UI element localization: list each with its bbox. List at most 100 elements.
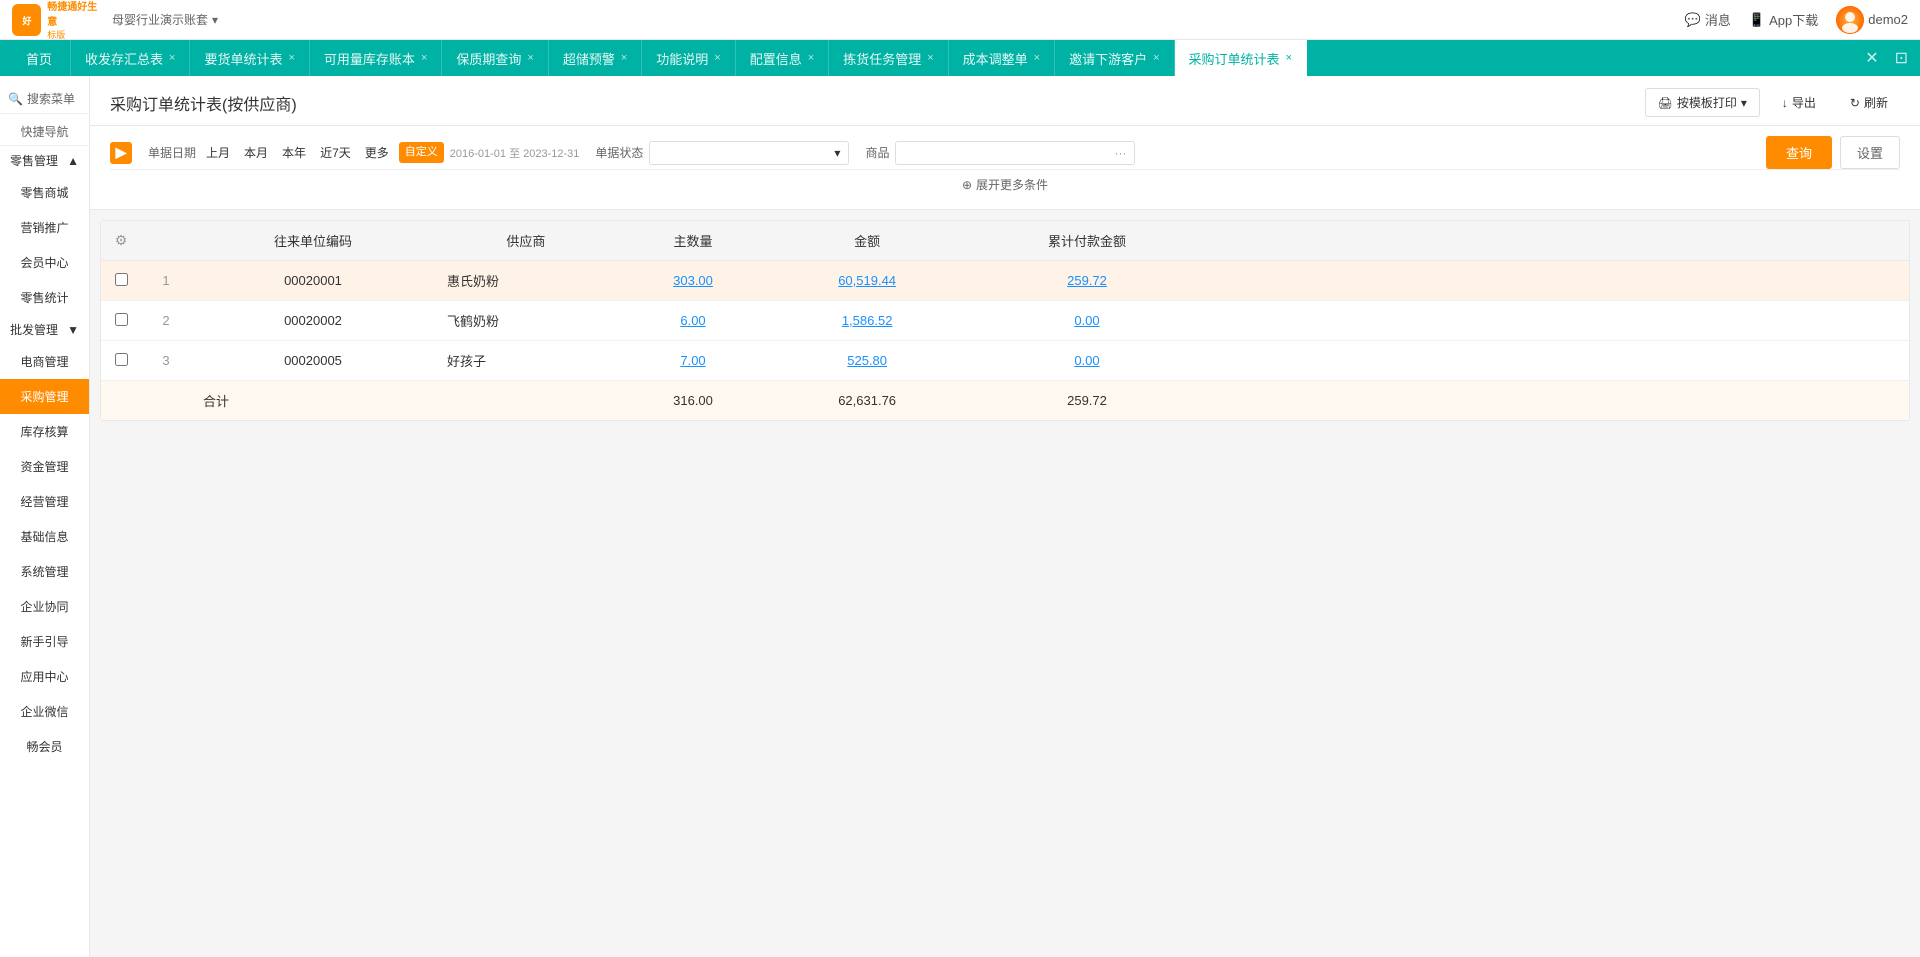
row-qty[interactable]: 7.00 [617,341,770,381]
close-icon[interactable]: × [421,52,427,64]
row-checkbox-cell[interactable] [101,341,141,381]
export-btn[interactable]: ↓ 导出 [1770,89,1828,116]
filter-toggle-btn[interactable]: ▶ [110,142,132,164]
date-shortcut-7days[interactable]: 近7天 [316,142,355,163]
data-table: ⚙ 往来单位编码 供应商 主数量 金额 累计付款金额 1 [101,221,1909,420]
row-paid[interactable]: 0.00 [965,301,1209,341]
tab-func-desc[interactable]: 功能说明 × [642,40,735,76]
ellipsis-icon: ··· [1114,146,1126,160]
svg-text:好: 好 [21,15,31,26]
close-icon[interactable]: × [714,52,720,64]
query-btn[interactable]: 查询 [1766,136,1832,169]
table-header-row: ⚙ 往来单位编码 供应商 主数量 金额 累计付款金额 [101,221,1909,261]
sidebar-item-retail-stat[interactable]: 零售统计 [0,280,89,315]
tab-overstock[interactable]: 超储预警 × [549,40,642,76]
tab-available-stock[interactable]: 可用量库存账本 × [310,40,442,76]
date-shortcut-more[interactable]: 更多 [361,142,393,163]
date-shortcut-cur-year[interactable]: 本年 [278,142,310,163]
close-icon[interactable]: × [527,52,533,64]
close-icon[interactable]: × [808,52,814,64]
tab-purchase-stat[interactable]: 采购订单统计表 × [1175,40,1307,76]
tab-invite-downstream[interactable]: 邀请下游客户 × [1055,40,1174,76]
filter-area: ▶ 单据日期 上月 本月 本年 近7天 更多 自定义 2016-01-01 至 … [90,126,1920,210]
messages-btn[interactable]: 💬 消息 [1685,10,1731,29]
expand-more-btn[interactable]: ⊕ 展开更多条件 [110,169,1900,199]
close-icon[interactable]: × [1034,52,1040,64]
logo-text: 畅捷通好生意 标版 [47,0,102,41]
print-btn[interactable]: 🖨 按模板打印 ▾ [1645,88,1760,117]
search-menu-btn[interactable]: 🔍 搜索菜单 [0,84,89,114]
sidebar-item-app-center[interactable]: 应用中心 [0,659,89,694]
sidebar-item-enterprise-wechat[interactable]: 企业微信 [0,694,89,729]
close-icon[interactable]: × [288,52,294,64]
phone-icon: 📱 [1749,12,1765,28]
row-paid[interactable]: 0.00 [965,341,1209,381]
chevron-up-icon: ▲ [67,154,79,168]
row-extra [1209,261,1909,301]
row-amount[interactable]: 1,586.52 [769,301,965,341]
sidebar-item-sys-mgmt[interactable]: 系统管理 [0,554,89,589]
row-checkbox[interactable] [115,353,128,366]
tab-home[interactable]: 首页 [8,40,71,76]
filter-goods-input[interactable]: ··· [895,141,1135,165]
row-checkbox[interactable] [115,313,128,326]
sidebar-item-wholesale-mgmt[interactable]: 批发管理 ▼ [0,315,89,344]
date-shortcut-cur-month[interactable]: 本月 [240,142,272,163]
row-qty[interactable]: 303.00 [617,261,770,301]
close-icon[interactable]: × [1286,52,1292,64]
tab-shelf-life[interactable]: 保质期查询 × [442,40,548,76]
sidebar-item-ops-mgmt[interactable]: 经营管理 [0,484,89,519]
quick-nav-btn[interactable]: 快捷导航 [0,118,89,146]
filter-actions: 查询 设置 [1766,136,1900,169]
sidebar-item-purchase-mgmt[interactable]: 采购管理 [0,379,89,414]
col-settings-icon[interactable]: ⚙ [115,232,128,248]
settings-btn[interactable]: 设置 [1840,136,1900,169]
nav-maximize-btn[interactable]: ⊡ [1891,44,1912,72]
nav-close-btn[interactable]: ✕ [1861,44,1882,72]
tab-cost-adjust[interactable]: 成本调整单 × [949,40,1055,76]
filter-status-select[interactable]: ▾ [649,141,849,165]
sidebar-item-inventory-check[interactable]: 库存核算 [0,414,89,449]
row-checkbox-cell[interactable] [101,301,141,341]
table-footer-row: 合计 316.00 62,631.76 259.72 [101,381,1909,421]
app-download-btn[interactable]: 📱 App下载 [1749,10,1818,29]
user-avatar[interactable]: demo2 [1836,6,1908,34]
sidebar-item-vip-member[interactable]: 畅会员 [0,729,89,764]
close-icon[interactable]: × [621,52,627,64]
date-shortcut-prev-month[interactable]: 上月 [202,142,234,163]
row-checkbox[interactable] [115,273,128,286]
sidebar-item-retail-shop[interactable]: 零售商城 [0,175,89,210]
row-amount[interactable]: 60,519.44 [769,261,965,301]
tab-collect-pay[interactable]: 收发存汇总表 × [71,40,190,76]
custom-date-badge[interactable]: 自定义 [399,142,444,163]
filter-goods-label: 商品 [865,144,889,161]
workspace-selector[interactable]: 母婴行业演示账套 ▾ [112,11,218,28]
nav-right-controls: ✕ ⊡ [1861,44,1912,72]
row-amount[interactable]: 525.80 [769,341,965,381]
sidebar-item-ecommerce-mgmt[interactable]: 电商管理 [0,344,89,379]
col-index-header [141,221,191,261]
refresh-btn[interactable]: ↻ 刷新 [1838,89,1900,116]
tab-config[interactable]: 配置信息 × [736,40,829,76]
sidebar-item-finance-mgmt[interactable]: 资金管理 [0,449,89,484]
row-checkbox-cell[interactable] [101,261,141,301]
row-qty[interactable]: 6.00 [617,301,770,341]
filter-date-range: 2016-01-01 至 2023-12-31 [450,145,580,161]
tab-pick-task[interactable]: 拣货任务管理 × [829,40,948,76]
row-unit-code: 00020005 [191,341,435,381]
chevron-down-icon: ▾ [834,146,840,160]
close-icon[interactable]: × [927,52,933,64]
close-icon[interactable]: × [169,52,175,64]
close-icon[interactable]: × [1153,52,1159,64]
sidebar-item-basic-info[interactable]: 基础信息 [0,519,89,554]
tab-goods-stat[interactable]: 要货单统计表 × [190,40,309,76]
row-paid[interactable]: 259.72 [965,261,1209,301]
col-extra-header [1209,221,1909,261]
page-header: 采购订单统计表(按供应商) 🖨 按模板打印 ▾ ↓ 导出 ↻ 刷新 [90,76,1920,126]
content-area: 采购订单统计表(按供应商) 🖨 按模板打印 ▾ ↓ 导出 ↻ 刷新 [90,76,1920,957]
sidebar-item-retail-mgmt[interactable]: 零售管理 ▲ [0,146,89,175]
sidebar-item-marketing[interactable]: 营销推广 [0,210,89,245]
sidebar-item-new-guide[interactable]: 新手引导 [0,624,89,659]
sidebar-item-enterprise-collab[interactable]: 企业协同 [0,589,89,624]
sidebar-item-member-center[interactable]: 会员中心 [0,245,89,280]
